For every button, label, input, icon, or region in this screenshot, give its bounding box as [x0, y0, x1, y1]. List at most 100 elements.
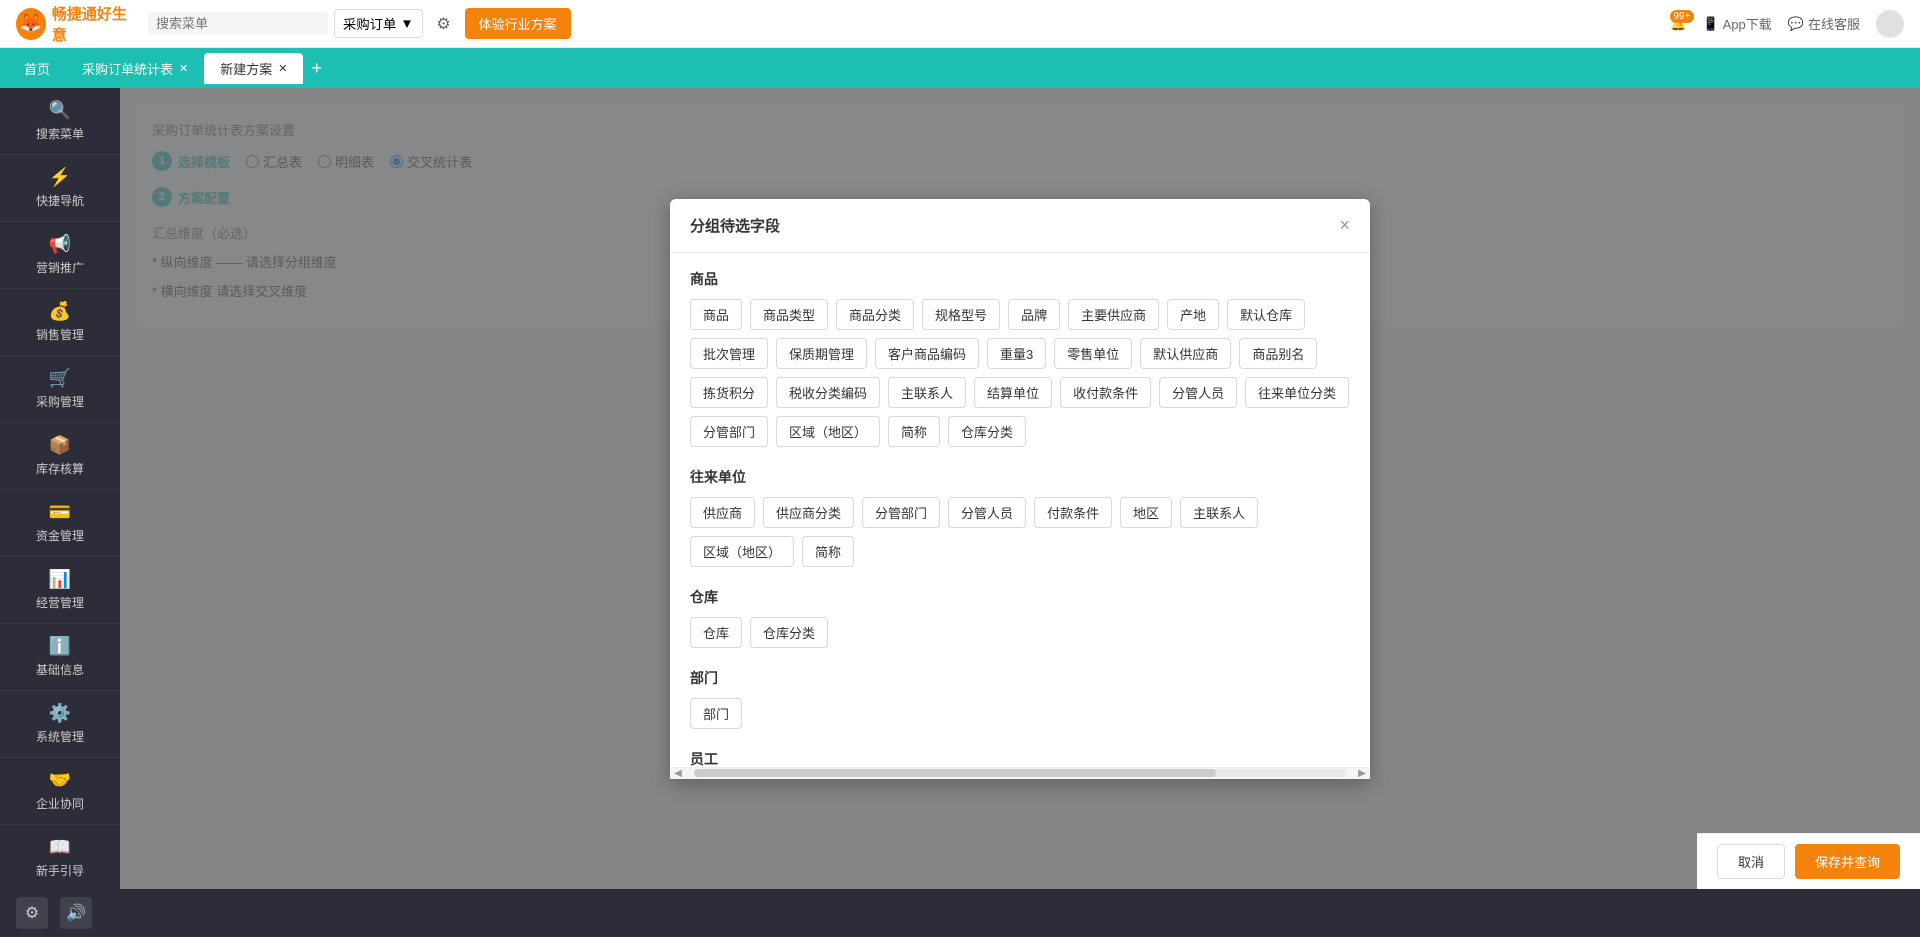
save-button[interactable]: 保存并查询 — [1795, 844, 1900, 879]
footer-buttons: 取消 保存并查询 — [1697, 833, 1920, 889]
field-tag-brand[interactable]: 品牌 — [1008, 299, 1060, 330]
field-tag-partner-contact[interactable]: 主联系人 — [1180, 497, 1258, 528]
field-tag-batch[interactable]: 批次管理 — [690, 338, 768, 369]
sidebar-item-system[interactable]: ⚙️ 系统管理 — [0, 691, 120, 758]
top-bar: 🦊 畅捷通好生意 采购订单 ▼ ⚙ 体验行业方案 🔔 99+ 📱 App下载 💬… — [0, 0, 1920, 48]
sidebar-item-marketing[interactable]: 📢 营销推广 — [0, 222, 120, 289]
field-tag-goods-category[interactable]: 商品分类 — [836, 299, 914, 330]
sidebar-base-info-label: 基础信息 — [36, 661, 84, 678]
search-bar: 采购订单 ▼ ⚙ 体验行业方案 — [148, 8, 571, 39]
online-service[interactable]: 💬 在线客服 — [1788, 14, 1860, 33]
field-tag-manager[interactable]: 分管人员 — [1159, 377, 1237, 408]
scroll-left[interactable]: ◀ — [670, 768, 686, 779]
scroll-right[interactable]: ▶ — [1354, 768, 1370, 779]
gear-button[interactable]: ⚙ — [429, 9, 459, 39]
sidebar-item-operations[interactable]: 📊 经营管理 — [0, 557, 120, 624]
search-input[interactable] — [156, 16, 286, 31]
sidebar-finance-label: 资金管理 — [36, 527, 84, 544]
field-tag-area[interactable]: 地区 — [1120, 497, 1172, 528]
sidebar-item-finance[interactable]: 💳 资金管理 — [0, 490, 120, 557]
sidebar-item-search[interactable]: 🔍 搜索菜单 — [0, 88, 120, 155]
sidebar-item-inventory[interactable]: 📦 库存核算 — [0, 423, 120, 490]
field-tag-customer-code[interactable]: 客户商品编码 — [875, 338, 979, 369]
field-group-partner-title: 往来单位 — [690, 467, 1350, 487]
field-tags-warehouse: 仓库 仓库分类 — [690, 617, 1350, 648]
sidebar-item-quick-nav[interactable]: ⚡ 快捷导航 — [0, 155, 120, 222]
field-tag-warehouse-cat[interactable]: 仓库分类 — [948, 416, 1026, 447]
field-tag-default-warehouse[interactable]: 默认仓库 — [1227, 299, 1305, 330]
field-group-partner: 往来单位 供应商 供应商分类 分管部门 分管人员 付款条件 地区 主联系人 区域… — [690, 467, 1350, 567]
field-tag-department[interactable]: 部门 — [690, 698, 742, 729]
field-tag-warehouse[interactable]: 仓库 — [690, 617, 742, 648]
sidebar-item-sales[interactable]: 💰 销售管理 — [0, 289, 120, 356]
field-tag-goods[interactable]: 商品 — [690, 299, 742, 330]
sidebar-system-label: 系统管理 — [36, 728, 84, 745]
field-tag-retail-unit[interactable]: 零售单位 — [1054, 338, 1132, 369]
avatar[interactable] — [1876, 10, 1904, 38]
sidebar-guide-label: 新手引导 — [36, 862, 84, 879]
field-tag-short-name[interactable]: 简称 — [888, 416, 940, 447]
field-tag-settle-unit[interactable]: 结算单位 — [974, 377, 1052, 408]
field-tags-goods: 商品 商品类型 商品分类 规格型号 品牌 主要供应商 产地 默认仓库 批次管理 … — [690, 299, 1350, 447]
tab-new-plan-label: 新建方案 — [220, 59, 272, 78]
field-tag-main-contact[interactable]: 主联系人 — [888, 377, 966, 408]
dropdown-button[interactable]: 采购订单 ▼ — [334, 9, 423, 38]
field-tag-pick-points[interactable]: 拣货积分 — [690, 377, 768, 408]
volume-button[interactable]: 🔊 — [60, 897, 92, 929]
field-tag-pay-terms[interactable]: 付款条件 — [1034, 497, 1112, 528]
field-tag-default-supplier[interactable]: 默认供应商 — [1140, 338, 1231, 369]
operations-icon: 📊 — [49, 569, 71, 590]
tab-purchase[interactable]: 采购订单统计表 ✕ — [66, 53, 204, 84]
field-tag-supplier-cat[interactable]: 供应商分类 — [763, 497, 854, 528]
gear-bottom-button[interactable]: ⚙ — [16, 897, 48, 929]
field-tag-supplier[interactable]: 供应商 — [690, 497, 755, 528]
experience-button[interactable]: 体验行业方案 — [465, 8, 571, 39]
modal-body[interactable]: 商品 商品 商品类型 商品分类 规格型号 品牌 主要供应商 产地 默认仓库 批次… — [670, 253, 1370, 767]
field-tag-partner-manager[interactable]: 分管人员 — [948, 497, 1026, 528]
field-group-warehouse: 仓库 仓库 仓库分类 — [690, 587, 1350, 648]
field-tag-origin[interactable]: 产地 — [1167, 299, 1219, 330]
field-tag-partner-category[interactable]: 往来单位分类 — [1245, 377, 1349, 408]
tab-new-plan-close[interactable]: ✕ — [278, 62, 287, 75]
field-tag-alias[interactable]: 商品别名 — [1239, 338, 1317, 369]
modal-scroll-footer: ◀ ▶ — [670, 767, 1370, 779]
sidebar-item-base-info[interactable]: ℹ️ 基础信息 — [0, 624, 120, 691]
tab-new-plan[interactable]: 新建方案 ✕ — [204, 53, 303, 84]
tab-purchase-label: 采购订单统计表 — [82, 59, 173, 78]
field-tag-weight[interactable]: 重量3 — [987, 338, 1046, 369]
field-tag-partner-region[interactable]: 区域（地区） — [690, 536, 794, 567]
notification-badge: 99+ — [1670, 10, 1695, 23]
field-tag-tax-code[interactable]: 税收分类编码 — [776, 377, 880, 408]
field-tag-expiry[interactable]: 保质期管理 — [776, 338, 867, 369]
tab-home[interactable]: 首页 — [8, 53, 66, 84]
sidebar-item-collab[interactable]: 🤝 企业协同 — [0, 758, 120, 825]
field-tag-warehouse-category[interactable]: 仓库分类 — [750, 617, 828, 648]
top-bar-right: 🔔 99+ 📱 App下载 💬 在线客服 — [1670, 10, 1904, 38]
field-tag-spec[interactable]: 规格型号 — [922, 299, 1000, 330]
field-tag-partner-dept[interactable]: 分管部门 — [862, 497, 940, 528]
field-tag-region[interactable]: 区域（地区） — [776, 416, 880, 447]
cancel-button[interactable]: 取消 — [1717, 844, 1785, 879]
field-group-warehouse-title: 仓库 — [690, 587, 1350, 607]
field-tag-dept[interactable]: 分管部门 — [690, 416, 768, 447]
top-bar-left: 🦊 畅捷通好生意 采购订单 ▼ ⚙ 体验行业方案 — [16, 3, 571, 45]
field-tags-department: 部门 — [690, 698, 1350, 729]
search-input-wrap — [148, 12, 328, 35]
field-tag-payment-terms[interactable]: 收付款条件 — [1060, 377, 1151, 408]
field-group-employee: 员工 业务员 — [690, 749, 1350, 767]
modal-close-button[interactable]: × — [1339, 215, 1350, 236]
scroll-track-h[interactable] — [694, 769, 1346, 777]
sales-icon: 💰 — [49, 301, 71, 322]
app-download[interactable]: 📱 App下载 — [1702, 14, 1771, 33]
sidebar-collab-label: 企业协同 — [36, 795, 84, 812]
tab-purchase-close[interactable]: ✕ — [179, 62, 188, 75]
system-icon: ⚙️ — [49, 703, 71, 724]
field-tag-partner-short[interactable]: 简称 — [802, 536, 854, 567]
notification-bell[interactable]: 🔔 99+ — [1670, 16, 1686, 32]
field-tag-main-supplier[interactable]: 主要供应商 — [1068, 299, 1159, 330]
sidebar-item-guide[interactable]: 📖 新手引导 — [0, 825, 120, 889]
field-tag-goods-type[interactable]: 商品类型 — [750, 299, 828, 330]
modal-header: 分组待选字段 × — [670, 199, 1370, 253]
tab-add[interactable]: + — [303, 58, 330, 79]
sidebar-item-purchase[interactable]: 🛒 采购管理 — [0, 356, 120, 423]
